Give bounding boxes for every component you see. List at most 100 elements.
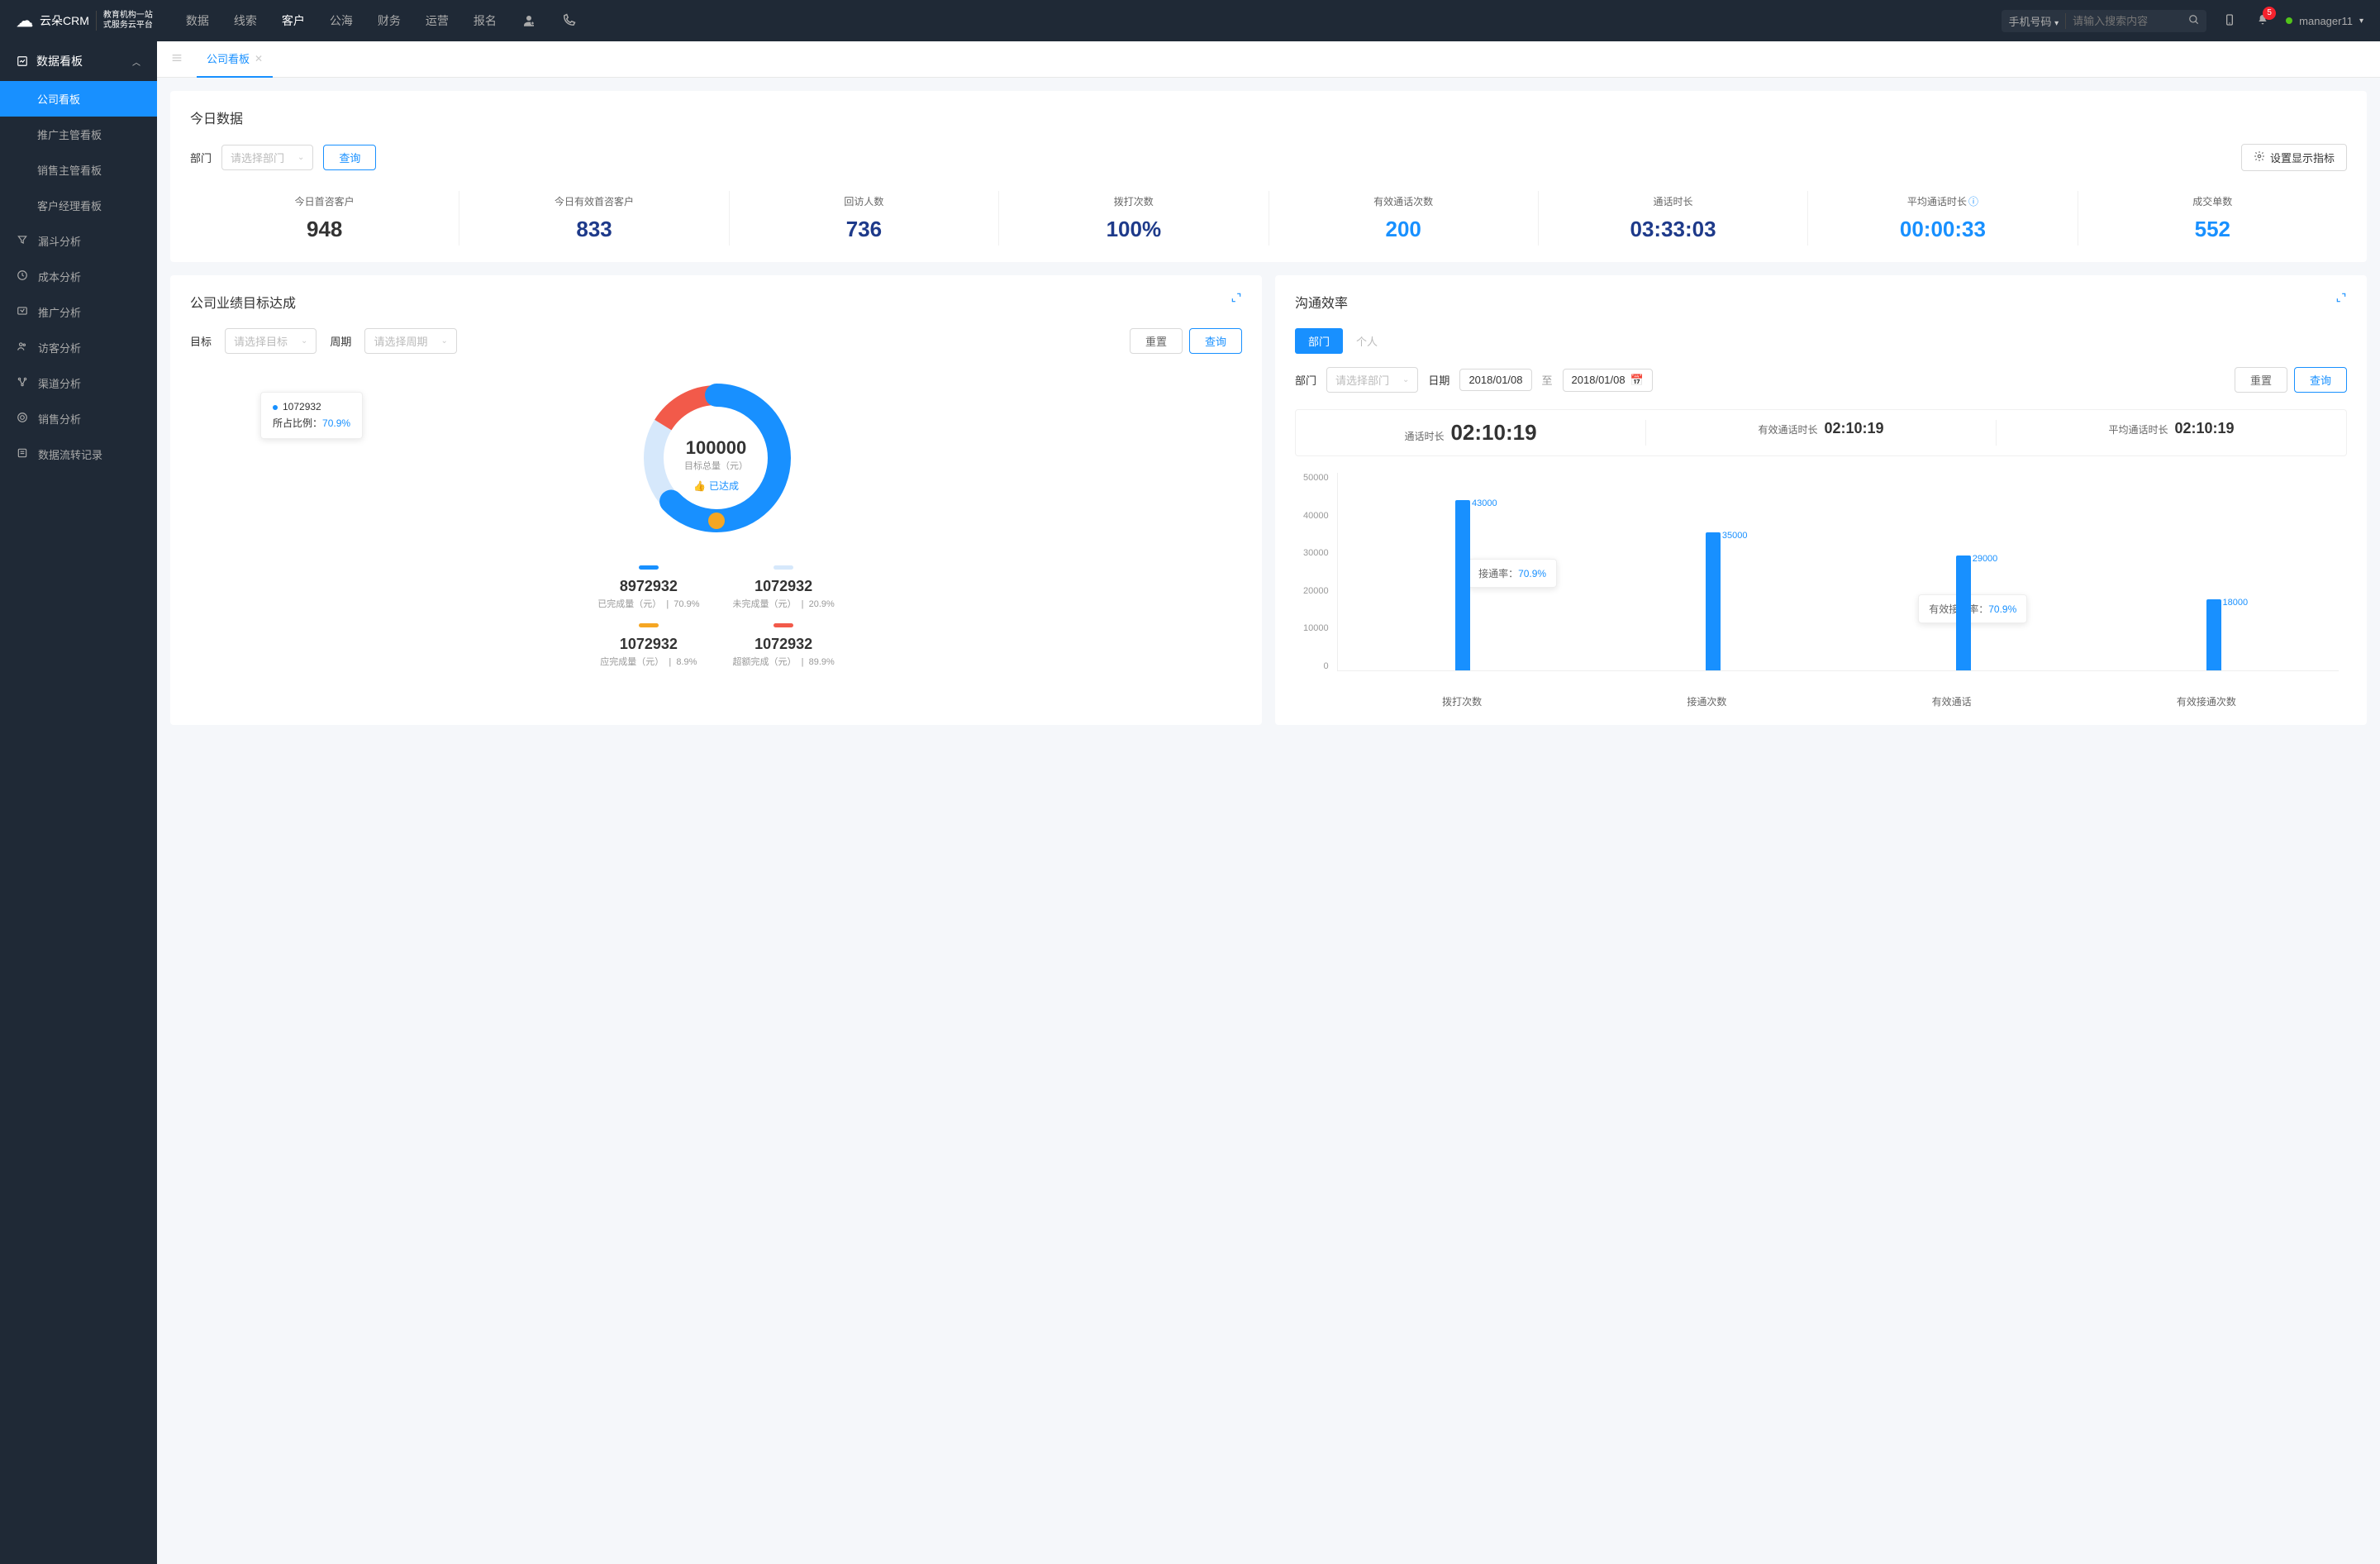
sidebar-item-company-board[interactable]: 公司看板: [0, 81, 157, 117]
goal-title: 公司业绩目标达成: [190, 292, 1242, 312]
stat-value: 736: [730, 217, 998, 242]
stat-value: 100%: [999, 217, 1268, 242]
nav-leads[interactable]: 线索: [234, 12, 257, 29]
search-group: 手机号码 ▾: [2002, 10, 2206, 32]
stat-label: 成交单数: [2078, 194, 2347, 208]
logo-title: 云朵CRM: [40, 12, 89, 29]
stat-value: 948: [190, 217, 459, 242]
query-button[interactable]: 查询: [1189, 328, 1242, 354]
top-nav: 数据 线索 客户 公海 财务 运营 报名: [186, 12, 2002, 29]
expand-icon[interactable]: [2335, 292, 2347, 306]
x-axis-label: 接通次数: [1687, 694, 1726, 708]
dept-select[interactable]: 请选择部门⌄: [1326, 367, 1418, 393]
close-icon[interactable]: ✕: [255, 53, 263, 64]
bar-value-label: 18000: [2223, 598, 2249, 608]
stat-value: 552: [2078, 217, 2347, 242]
chevron-down-icon: ⌄: [1402, 375, 1409, 384]
search-icon[interactable]: [2188, 14, 2200, 28]
calendar-icon: 📅: [1630, 374, 1644, 387]
legend-item: 1072932应完成量（元） | 8.9%: [597, 615, 699, 668]
nav-finance[interactable]: 财务: [378, 12, 401, 29]
query-button[interactable]: 查询: [2294, 367, 2347, 393]
content: 今日数据 部门 请选择部门⌄ 查询 设置显示指标 今日首咨客户 948今日有效首咨…: [157, 78, 2380, 1564]
sidebar-item-dataflow[interactable]: 数据流转记录: [0, 436, 157, 472]
chart-tooltip-2: 有效接通率：70.9%: [1918, 594, 2027, 623]
sales-icon: [17, 412, 30, 426]
time-stat: 通话时长02:10:19: [1296, 420, 1646, 446]
stat-item: 平均通话时长ⓘ00:00:33: [1808, 191, 2078, 246]
search-type-select[interactable]: 手机号码 ▾: [2008, 13, 2066, 29]
donut-center: 100000 目标总量（元） 👍已达成: [684, 437, 748, 493]
settings-label: 设置显示指标: [2270, 150, 2335, 165]
visitor-icon: [17, 341, 30, 355]
sidebar-item-manager-board[interactable]: 客户经理看板: [0, 188, 157, 223]
sidebar-item-cost[interactable]: 成本分析: [0, 259, 157, 294]
query-button[interactable]: 查询: [323, 145, 376, 170]
bell-icon[interactable]: 5: [2256, 13, 2269, 29]
nav-customers[interactable]: 客户: [282, 12, 305, 29]
nav-signup[interactable]: 报名: [474, 12, 497, 29]
x-axis-label: 拨打次数: [1442, 694, 1482, 708]
dashboard-icon: [17, 55, 28, 67]
sidebar-item-funnel[interactable]: 漏斗分析: [0, 223, 157, 259]
sidebar-item-visitor[interactable]: 访客分析: [0, 330, 157, 365]
search-input[interactable]: [2073, 15, 2188, 27]
tabs-bar: 公司看板 ✕: [157, 41, 2380, 78]
period-label: 周期: [330, 333, 351, 349]
dept-select[interactable]: 请选择部门⌄: [221, 145, 313, 170]
logo[interactable]: ☁ 云朵CRM 教育机构一站 式服务云平台: [17, 11, 153, 31]
nav-operate[interactable]: 运营: [426, 12, 449, 29]
target-select[interactable]: 请选择目标⌄: [225, 328, 317, 354]
clock-icon: [17, 269, 30, 284]
notif-badge: 5: [2263, 7, 2276, 20]
sidebar-item-channel[interactable]: 渠道分析: [0, 365, 157, 401]
goal-card: 公司业绩目标达成 目标 请选择目标⌄ 周期 请选择周期⌄ 重置 查询 107: [170, 275, 1262, 725]
stats-row: 今日首咨客户948今日有效首咨客户833回访人数736拨打次数100%有效通话次…: [190, 191, 2347, 246]
chevron-down-icon: ⌄: [301, 336, 307, 346]
chart-tooltip-1: 接通率：70.9%: [1468, 559, 1557, 588]
period-select[interactable]: 请选择周期⌄: [364, 328, 456, 354]
mobile-icon[interactable]: [2223, 13, 2236, 29]
expand-icon[interactable]: [1230, 292, 1242, 306]
sidebar-item-promo[interactable]: 推广分析: [0, 294, 157, 330]
stat-label: 今日首咨客户: [190, 194, 459, 208]
chevron-down-icon: ▾: [2054, 19, 2059, 28]
stat-label: 今日有效首咨客户: [459, 194, 728, 208]
sidebar-item-sales[interactable]: 销售分析: [0, 401, 157, 436]
date-from-input[interactable]: 2018/01/08: [1459, 369, 1531, 391]
dept-label: 部门: [1295, 372, 1316, 388]
date-separator: 至: [1542, 372, 1553, 388]
stat-label: 通话时长: [1539, 194, 1807, 208]
info-icon[interactable]: ⓘ: [1968, 194, 1978, 208]
nav-user-icon[interactable]: [521, 12, 536, 29]
hamburger-icon[interactable]: [170, 51, 183, 67]
chevron-down-icon: ⌄: [440, 336, 447, 346]
bar-chart: 50000400003000020000100000 接通率：70.9% 有效接…: [1295, 473, 2347, 708]
date-to-input[interactable]: 2018/01/08📅: [1563, 369, 1653, 392]
username: manager11: [2299, 15, 2353, 27]
channel-icon: [17, 376, 30, 390]
tab-company-board[interactable]: 公司看板 ✕: [197, 41, 273, 78]
sidebar-group-dashboards[interactable]: 数据看板 ︿: [0, 41, 157, 81]
sidebar-item-sales-board[interactable]: 销售主管看板: [0, 152, 157, 188]
target-label: 目标: [190, 333, 212, 349]
gear-icon: [2254, 150, 2265, 165]
tab-person[interactable]: 个人: [1343, 328, 1391, 354]
nav-data[interactable]: 数据: [186, 12, 209, 29]
sidebar-item-promo-board[interactable]: 推广主管看板: [0, 117, 157, 152]
reset-button[interactable]: 重置: [1130, 328, 1183, 354]
legend-item: 8972932已完成量（元） | 70.9%: [597, 557, 699, 610]
today-title: 今日数据: [190, 107, 2347, 127]
stat-item: 今日首咨客户 948: [190, 191, 459, 246]
nav-public[interactable]: 公海: [330, 12, 353, 29]
chevron-down-icon: ⌄: [298, 153, 304, 162]
user-menu[interactable]: manager11 ▾: [2286, 15, 2363, 27]
reset-button[interactable]: 重置: [2235, 367, 2287, 393]
tab-dept[interactable]: 部门: [1295, 328, 1343, 354]
nav-phone-icon[interactable]: [561, 12, 576, 29]
settings-indicators-button[interactable]: 设置显示指标: [2241, 144, 2347, 171]
funnel-icon: [17, 234, 30, 248]
today-data-card: 今日数据 部门 请选择部门⌄ 查询 设置显示指标 今日首咨客户948今日有效首咨…: [170, 91, 2367, 262]
stat-value: 200: [1269, 217, 1538, 242]
donut-chart: 1072932 所占比例：70.9% 100000 目标总量（元）: [190, 367, 1242, 668]
